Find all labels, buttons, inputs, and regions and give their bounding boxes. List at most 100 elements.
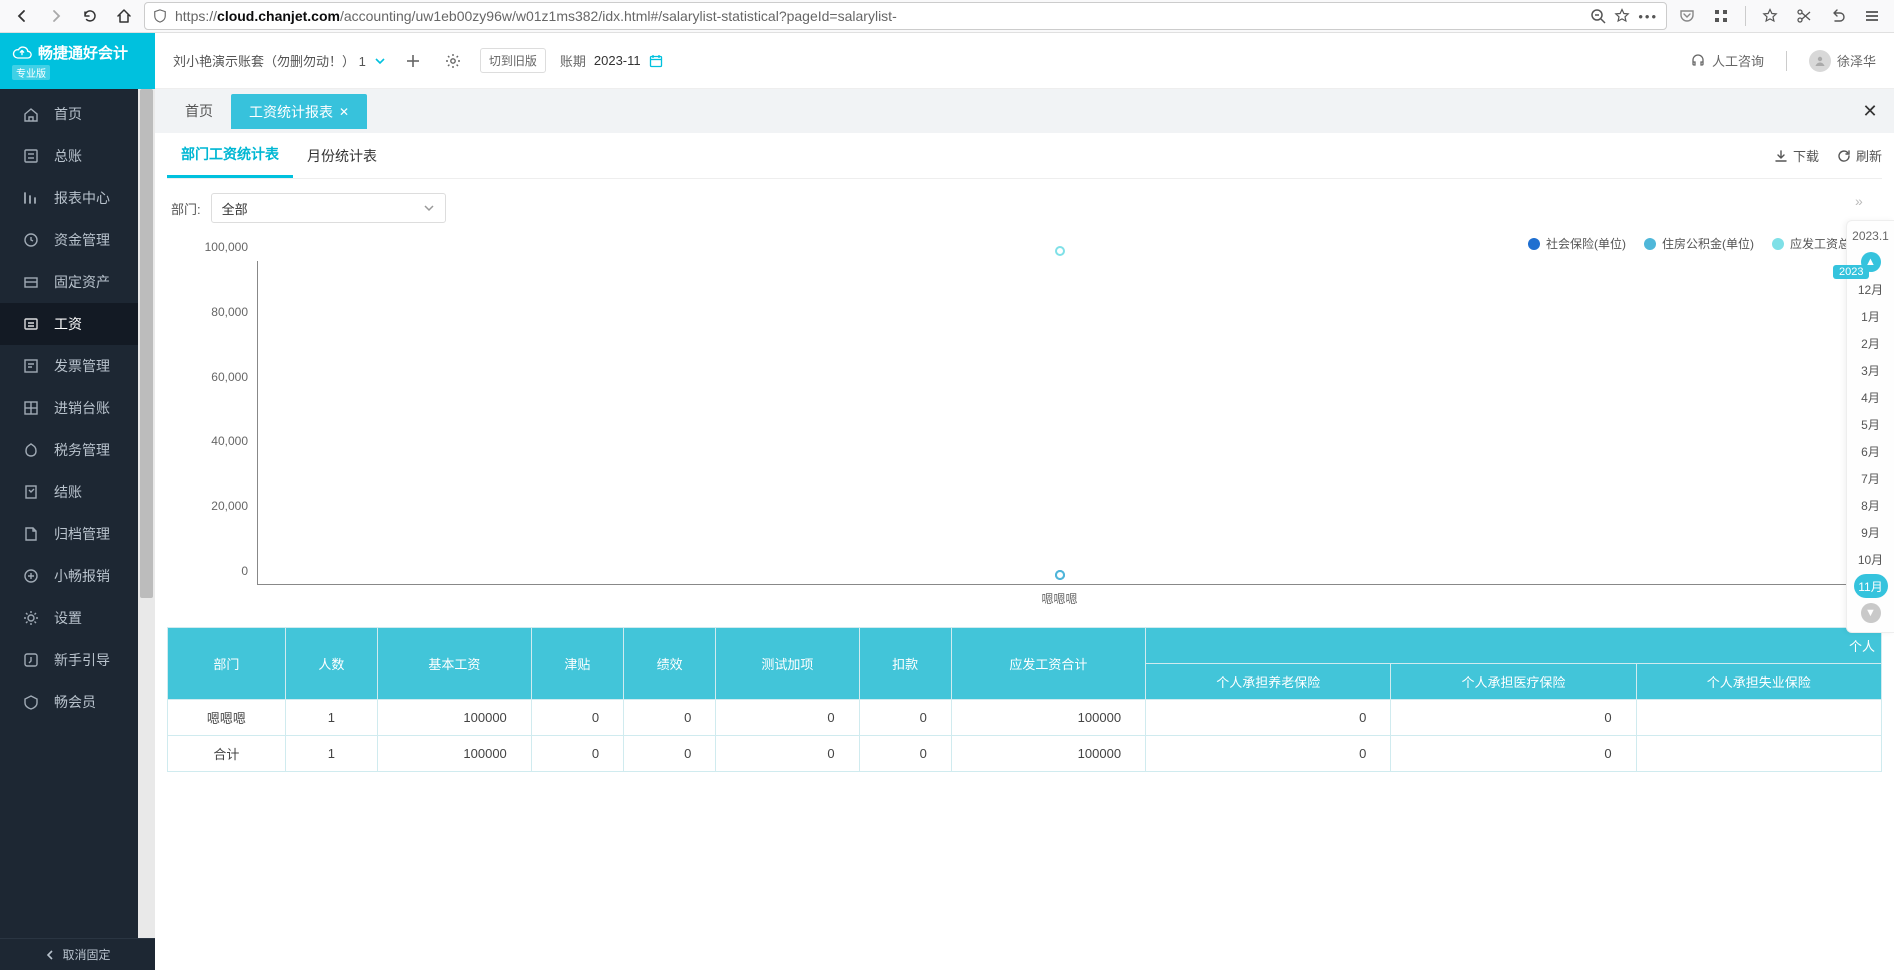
month-item[interactable]: 7月: [1854, 466, 1888, 490]
home-button[interactable]: [110, 2, 138, 30]
sidebar-item-3[interactable]: 资金管理: [0, 219, 155, 261]
brand-logo[interactable]: 畅捷通好会计 专业版: [0, 33, 155, 89]
month-item[interactable]: 2月: [1854, 331, 1888, 355]
apps-grid-icon[interactable]: [1707, 2, 1735, 30]
scrollbar-thumb[interactable]: [140, 89, 153, 598]
month-scroll-down[interactable]: ▼: [1861, 603, 1881, 623]
month-item[interactable]: 12月: [1854, 277, 1888, 301]
sidebar-item-0[interactable]: 首页: [0, 93, 155, 135]
sidebar-item-10[interactable]: 归档管理: [0, 513, 155, 555]
month-item[interactable]: 3月: [1854, 358, 1888, 382]
pocket-icon[interactable]: [1673, 2, 1701, 30]
cell-base: 100000: [378, 736, 532, 772]
sidebar-icon: [22, 273, 40, 291]
settings-gear-button[interactable]: [440, 48, 466, 74]
subtab-dept[interactable]: 部门工资统计表: [167, 133, 293, 178]
headset-icon: [1690, 53, 1706, 69]
chart-point[interactable]: [1055, 246, 1065, 256]
x-tick-label: 嗯嗯嗯: [1041, 590, 1077, 607]
url-text: https://cloud.chanjet.com/accounting/uw1…: [175, 8, 1582, 24]
sidebar-icon: [22, 693, 40, 711]
back-button[interactable]: [8, 2, 36, 30]
download-button[interactable]: 下载: [1774, 146, 1819, 165]
sidebar-list: 首页总账报表中心资金管理固定资产工资发票管理进销台账税务管理结账归档管理小畅报销…: [0, 89, 155, 938]
account-selector[interactable]: 刘小艳演示账套（勿删勿动！） 1: [173, 51, 386, 70]
sidebar-icon: [22, 567, 40, 585]
sidebar-item-14[interactable]: 畅会员: [0, 681, 155, 723]
sidebar-item-label: 报表中心: [54, 188, 110, 208]
hamburger-icon[interactable]: [1858, 2, 1886, 30]
add-account-button[interactable]: [400, 48, 426, 74]
support-link[interactable]: 人工咨询: [1690, 51, 1764, 70]
chart-point[interactable]: [1055, 570, 1065, 580]
sidebar-item-11[interactable]: 小畅报销: [0, 555, 155, 597]
meatball-icon[interactable]: •••: [1638, 9, 1658, 24]
collapse-panel-icon[interactable]: »: [1855, 193, 1863, 209]
bookmark-star-icon[interactable]: [1614, 8, 1630, 24]
account-name: 刘小艳演示账套（勿删勿动！） 1: [173, 51, 366, 70]
browser-toolbar: https://cloud.chanjet.com/accounting/uw1…: [0, 0, 1894, 33]
month-item[interactable]: 1月: [1854, 304, 1888, 328]
month-item[interactable]: 9月: [1854, 520, 1888, 544]
y-tick: 40,000: [211, 434, 248, 448]
dept-select[interactable]: 全部: [211, 193, 446, 223]
sidebar-item-label: 总账: [54, 146, 82, 166]
zoom-icon[interactable]: [1590, 8, 1606, 24]
sidebar-item-12[interactable]: 设置: [0, 597, 155, 639]
sidebar-icon: [22, 231, 40, 249]
cell-allow: 0: [531, 700, 623, 736]
tab-salary-report[interactable]: 工资统计报表 ✕: [231, 94, 367, 129]
cell-payable: 100000: [951, 700, 1145, 736]
favorite-icon[interactable]: [1756, 2, 1784, 30]
chart-plot: 嗯嗯嗯: [257, 261, 1862, 585]
url-bar[interactable]: https://cloud.chanjet.com/accounting/uw1…: [144, 2, 1667, 30]
month-panel-header: 2023.1: [1852, 227, 1889, 247]
sidebar-item-5[interactable]: 工资: [0, 303, 155, 345]
month-item[interactable]: 10月: [1854, 547, 1888, 571]
sidebar-item-7[interactable]: 进销台账: [0, 387, 155, 429]
close-tab-icon[interactable]: ✕: [339, 105, 349, 119]
subtab-month[interactable]: 月份统计表: [293, 133, 391, 178]
cell-deduct: 0: [859, 700, 951, 736]
th-count: 人数: [285, 628, 377, 700]
sidebar-item-label: 畅会员: [54, 692, 96, 712]
th-p-old: 个人承担养老保险: [1146, 664, 1391, 700]
legend-dot-icon: [1644, 238, 1656, 250]
sidebar-item-8[interactable]: 税务管理: [0, 429, 155, 471]
sidebar-item-13[interactable]: 新手引导: [0, 639, 155, 681]
sidebar-item-6[interactable]: 发票管理: [0, 345, 155, 387]
sidebar-item-label: 进销台账: [54, 398, 110, 418]
unpin-sidebar[interactable]: 取消固定: [0, 938, 155, 970]
scissors-icon[interactable]: [1790, 2, 1818, 30]
sidebar-item-4[interactable]: 固定资产: [0, 261, 155, 303]
sidebar-scrollbar[interactable]: [138, 89, 155, 938]
month-item[interactable]: 11月: [1854, 574, 1888, 598]
month-item[interactable]: 5月: [1854, 412, 1888, 436]
legend-label: 住房公积金(单位): [1662, 235, 1754, 252]
forward-button[interactable]: [42, 2, 70, 30]
month-item[interactable]: 6月: [1854, 439, 1888, 463]
undo-icon[interactable]: [1824, 2, 1852, 30]
th-base: 基本工资: [378, 628, 532, 700]
old-version-button[interactable]: 切到旧版: [480, 48, 546, 73]
content-panel: 部门工资统计表 月份统计表 下载 刷新 部门: 全部: [155, 133, 1894, 970]
refresh-button[interactable]: 刷新: [1837, 146, 1882, 165]
y-tick: 60,000: [211, 370, 248, 384]
sidebar-item-9[interactable]: 结账: [0, 471, 155, 513]
cell-count: 1: [285, 736, 377, 772]
tab-home[interactable]: 首页: [167, 89, 231, 133]
sidebar-icon: [22, 483, 40, 501]
legend-item[interactable]: 住房公积金(单位): [1644, 235, 1754, 252]
cell-payable: 100000: [951, 736, 1145, 772]
period-selector[interactable]: 账期 2023-11: [560, 51, 663, 70]
reload-button[interactable]: [76, 2, 104, 30]
user-menu[interactable]: 徐泽华: [1809, 50, 1876, 72]
sidebar-item-1[interactable]: 总账: [0, 135, 155, 177]
close-all-tabs[interactable]: ✕: [1856, 97, 1884, 125]
legend-item[interactable]: 社会保险(单位): [1528, 235, 1626, 252]
sidebar-item-2[interactable]: 报表中心: [0, 177, 155, 219]
month-item[interactable]: 4月: [1854, 385, 1888, 409]
cell-p-old: 0: [1146, 736, 1391, 772]
page-tabs: 首页 工资统计报表 ✕ ✕: [155, 89, 1894, 133]
month-item[interactable]: 8月: [1854, 493, 1888, 517]
